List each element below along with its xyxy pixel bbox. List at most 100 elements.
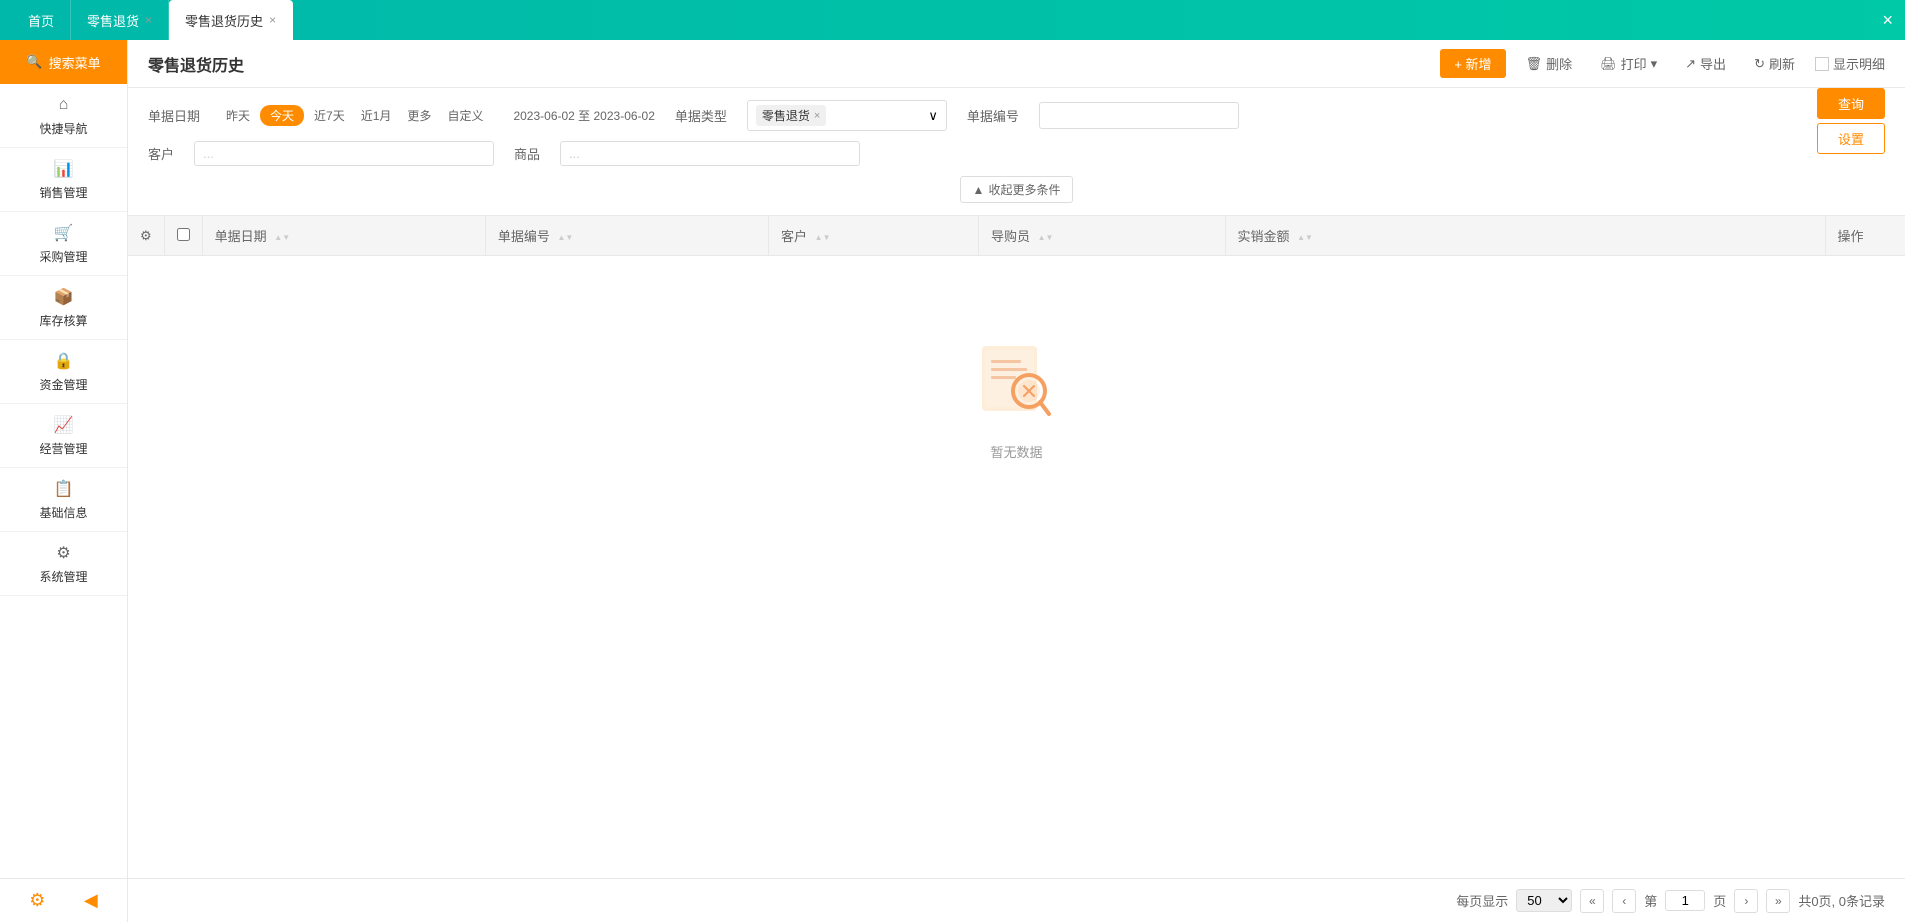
next-page-icon: › [1744, 894, 1748, 908]
collapse-filters-button[interactable]: ▲ 收起更多条件 [960, 176, 1074, 203]
filter-area: 单据日期 昨天 今天 近7天 近1月 更多 自定义 2023-06-02 至 2… [128, 88, 1905, 216]
refresh-button[interactable]: ↻ 刷新 [1746, 50, 1803, 77]
main-layout: 🔍 搜索菜单 ⌂ 快捷导航 📊 销售管理 🛒 采购管理 📦 库存核算 🔒 资金管… [0, 40, 1905, 922]
new-button-label: + 新增 [1454, 54, 1491, 73]
tab-return-close[interactable]: × [145, 13, 152, 27]
data-table: ⚙ 单据日期 ▲▼ 单据编号 ▲▼ [128, 216, 1905, 541]
date-filter-label: 单据日期 [148, 106, 200, 125]
type-filter-tag-close[interactable]: × [814, 110, 820, 122]
th-customer-sort-icon: ▲▼ [815, 233, 831, 242]
finance-icon: 🔒 [53, 350, 75, 372]
tab-return-history-label: 零售退货历史 [185, 11, 263, 30]
select-all-checkbox[interactable] [177, 228, 190, 241]
th-amount-sort-icon: ▲▼ [1297, 233, 1313, 242]
sidebar-item-basic[interactable]: 📋 基础信息 [0, 468, 127, 532]
sidebar-item-quick-nav[interactable]: ⌂ 快捷导航 [0, 84, 127, 148]
print-dropdown-icon: ▾ [1651, 56, 1658, 72]
sidebar-item-inventory-label: 库存核算 [39, 312, 87, 329]
date-option-custom[interactable]: 自定义 [441, 105, 489, 126]
th-customer-label: 客户 [781, 229, 807, 244]
print-button[interactable]: 🖨 打印 ▾ [1592, 50, 1665, 77]
th-guide[interactable]: 导购员 ▲▼ [978, 216, 1225, 256]
refresh-icon: ↻ [1754, 56, 1765, 72]
last-page-button[interactable]: » [1766, 889, 1790, 913]
date-range-display: 2023-06-02 至 2023-06-02 [513, 107, 654, 124]
tab-return-history-close[interactable]: × [269, 13, 276, 27]
th-number-sort-icon: ▲▼ [557, 233, 573, 242]
sidebar-item-inventory[interactable]: 📦 库存核算 [0, 276, 127, 340]
page-number-input[interactable] [1665, 890, 1705, 911]
prev-page-icon: ‹ [1622, 894, 1626, 908]
type-filter-select[interactable]: 零售退货 × ∨ [747, 100, 947, 131]
th-action-label: 操作 [1838, 229, 1864, 244]
th-action: 操作 [1825, 216, 1905, 256]
export-button[interactable]: ↗ 导出 [1677, 50, 1734, 77]
search-icon: 🔍 [26, 54, 42, 70]
settings-bottom-icon[interactable]: ⚙ [29, 890, 45, 911]
sidebar: 🔍 搜索菜单 ⌂ 快捷导航 📊 销售管理 🛒 采购管理 📦 库存核算 🔒 资金管… [0, 40, 128, 922]
display-toggle[interactable]: 显示明细 [1815, 54, 1885, 73]
purchase-icon: 🛒 [53, 222, 75, 244]
customer-filter-select[interactable]: ... [194, 141, 494, 166]
goods-filter-label: 商品 [514, 144, 540, 163]
th-date[interactable]: 单据日期 ▲▼ [202, 216, 485, 256]
number-filter-input[interactable] [1039, 102, 1239, 129]
date-option-yesterday[interactable]: 昨天 [220, 105, 256, 126]
empty-state-cell: 暂无数据 [128, 256, 1905, 542]
delete-icon: 🗑 [1526, 56, 1543, 72]
sidebar-item-sales[interactable]: 📊 销售管理 [0, 148, 127, 212]
page-title: 零售退货历史 [148, 52, 1440, 76]
sidebar-item-basic-label: 基础信息 [39, 504, 87, 521]
tab-return-history[interactable]: 零售退货历史 × [169, 0, 293, 40]
first-page-button[interactable]: « [1580, 889, 1604, 913]
inventory-icon: 📦 [53, 286, 75, 308]
window-close-button[interactable]: × [1882, 10, 1893, 31]
th-settings[interactable]: ⚙ [128, 216, 164, 256]
content-area: 零售退货历史 + 新增 🗑 删除 🖨 打印 ▾ ↗ 导出 [128, 40, 1905, 922]
sidebar-item-purchase-label: 采购管理 [39, 248, 87, 265]
refresh-button-label: 刷新 [1769, 54, 1795, 73]
date-option-1month[interactable]: 近1月 [355, 105, 398, 126]
th-number[interactable]: 单据编号 ▲▼ [485, 216, 768, 256]
print-icon: 🖨 [1600, 56, 1617, 72]
tab-home[interactable]: 首页 [12, 0, 71, 40]
tab-home-label: 首页 [28, 11, 54, 30]
th-amount[interactable]: 实销金额 ▲▼ [1225, 216, 1825, 256]
tab-return-label: 零售退货 [87, 11, 139, 30]
sidebar-item-purchase[interactable]: 🛒 采购管理 [0, 212, 127, 276]
page-size-select[interactable]: 10 20 50 100 [1516, 889, 1572, 912]
th-guide-label: 导购员 [991, 229, 1030, 244]
pagination-bar: 每页显示 10 20 50 100 « ‹ 第 页 › » 共0页, 0条记录 [128, 878, 1905, 922]
pagination-total: 共0页, 0条记录 [1798, 891, 1885, 910]
empty-state: 暂无数据 [128, 256, 1905, 541]
next-page-button[interactable]: › [1734, 889, 1758, 913]
date-option-more[interactable]: 更多 [401, 105, 437, 126]
empty-state-row: 暂无数据 [128, 256, 1905, 542]
delete-button[interactable]: 🗑 删除 [1518, 50, 1581, 77]
th-customer[interactable]: 客户 ▲▼ [769, 216, 979, 256]
export-icon: ↗ [1685, 56, 1696, 72]
table-area: ⚙ 单据日期 ▲▼ 单据编号 ▲▼ [128, 216, 1905, 878]
new-button[interactable]: + 新增 [1440, 49, 1505, 78]
tab-return[interactable]: 零售退货 × [71, 0, 169, 40]
sidebar-item-operation[interactable]: 📈 经营管理 [0, 404, 127, 468]
table-settings-icon[interactable]: ⚙ [140, 228, 152, 243]
date-option-7days[interactable]: 近7天 [308, 105, 351, 126]
date-option-today[interactable]: 今天 [260, 105, 304, 126]
goods-filter-select[interactable]: ... [560, 141, 860, 166]
delete-button-label: 删除 [1546, 54, 1572, 73]
home-icon: ⌂ [53, 94, 75, 116]
query-button[interactable]: 查询 [1817, 88, 1885, 119]
date-options: 昨天 今天 近7天 近1月 更多 自定义 [220, 105, 489, 126]
sales-icon: 📊 [53, 158, 75, 180]
th-date-label: 单据日期 [215, 229, 267, 244]
sidebar-item-finance[interactable]: 🔒 资金管理 [0, 340, 127, 404]
sidebar-search[interactable]: 🔍 搜索菜单 [0, 40, 127, 84]
sidebar-item-system-label: 系统管理 [39, 568, 87, 585]
display-toggle-checkbox[interactable] [1815, 57, 1829, 71]
th-checkbox[interactable] [164, 216, 202, 256]
sidebar-item-system[interactable]: ⚙ 系统管理 [0, 532, 127, 596]
settings-button[interactable]: 设置 [1817, 123, 1885, 154]
collapse-sidebar-icon[interactable]: ◀ [84, 890, 98, 911]
prev-page-button[interactable]: ‹ [1612, 889, 1636, 913]
